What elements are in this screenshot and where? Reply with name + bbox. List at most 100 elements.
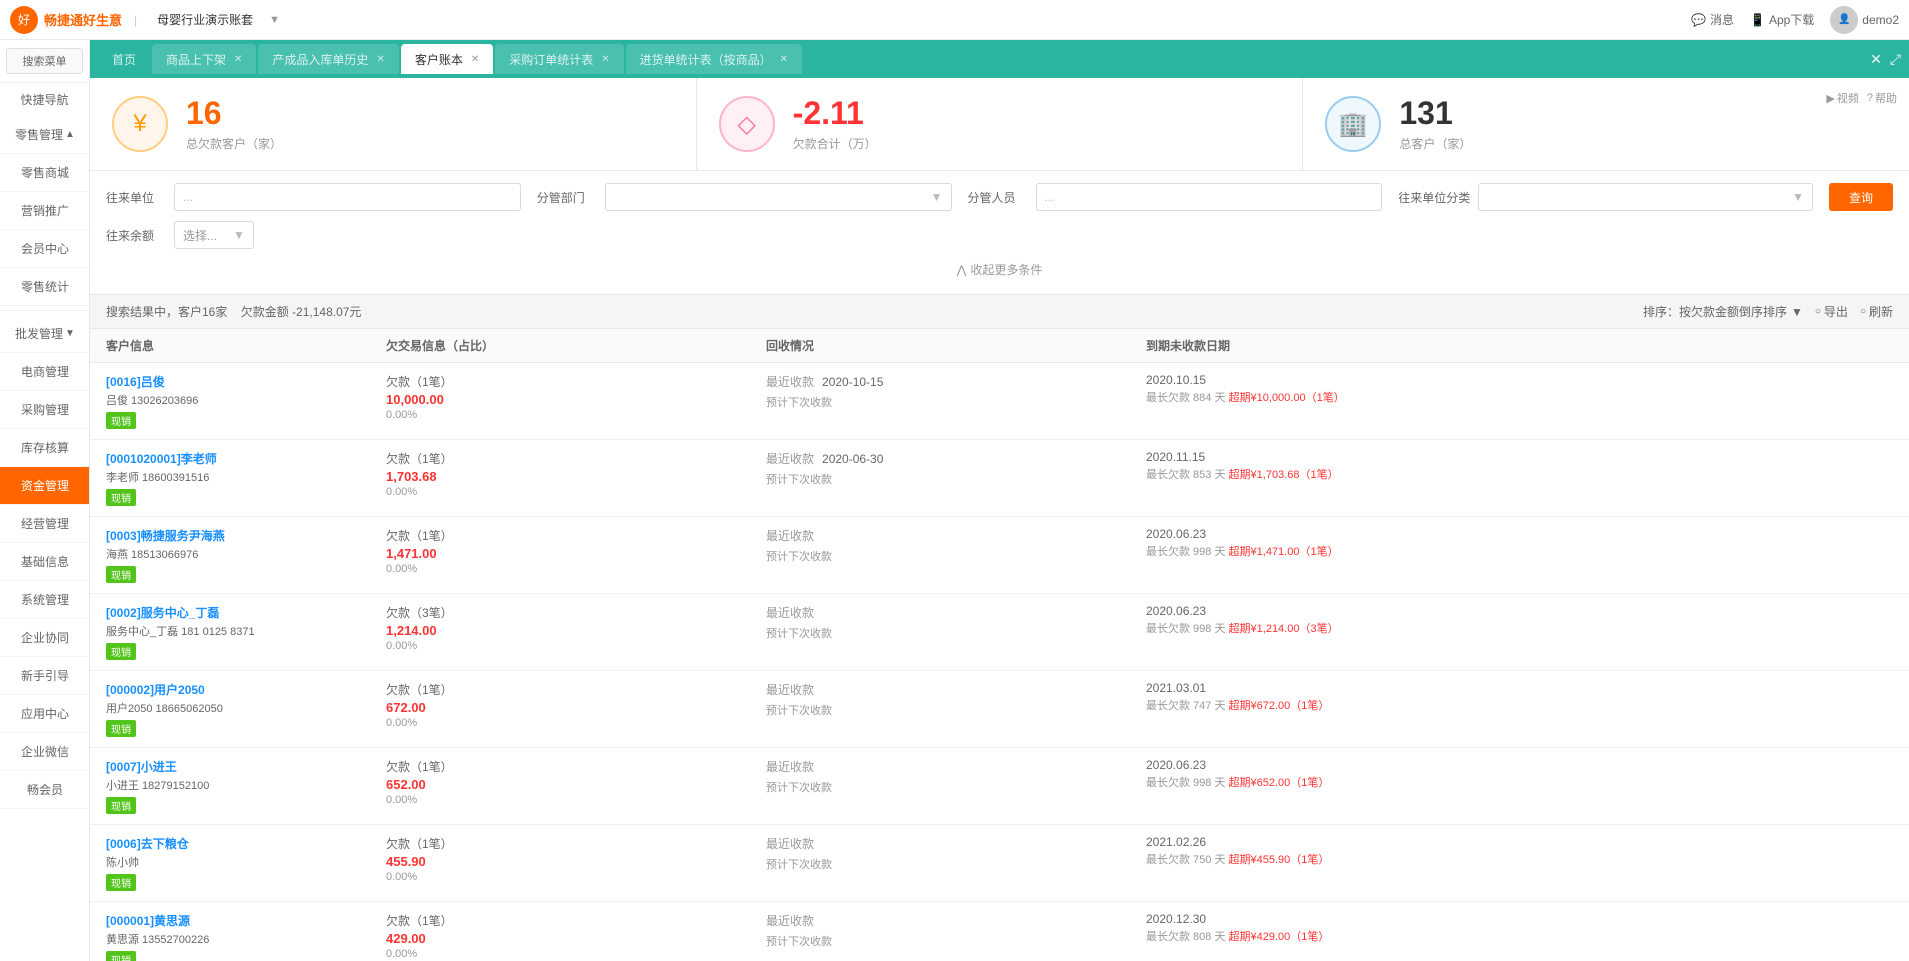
sidebar-item-wecom[interactable]: 企业微信 (0, 733, 90, 771)
tab-expand-btn[interactable]: ⤢ (1890, 51, 1901, 68)
tab-product-shelf[interactable]: 商品上下架 ✕ (152, 44, 256, 74)
table-row: [0006]去下粮仓 陈小帅 现销 欠款（1笔） 455.90 0.00% 最近… (90, 825, 1909, 902)
results-actions: 排序：按欠款金额倒序排序 ▼ 导出 刷新 (1643, 303, 1893, 320)
video-btn[interactable]: ▶ 视频 (1826, 90, 1858, 106)
filter-select-balance[interactable]: 选择... ▼ (174, 221, 254, 249)
overdue-days: 最长欠款 998 天 (1146, 546, 1225, 558)
due-date: 2020.10.15 (1146, 373, 1893, 387)
recovery-next: 预计下次收款 (766, 625, 1146, 641)
due-date: 2021.03.01 (1146, 681, 1893, 695)
overdue-days: 最长欠款 853 天 (1146, 469, 1225, 481)
overdue-link[interactable]: 超期¥672.00（1笔） (1229, 700, 1330, 712)
customer-name-link[interactable]: [0006]去下粮仓 (106, 835, 386, 852)
sidebar-item-retail-stats[interactable]: 零售统计 (0, 268, 90, 306)
recovery-next: 预计下次收款 (766, 394, 1146, 410)
customer-contact: 服务中心_丁磊 181 0125 8371 (106, 623, 386, 639)
sidebar-item-basic-info[interactable]: 基础信息 (0, 543, 90, 581)
export-btn[interactable]: 导出 (1815, 303, 1848, 320)
phone-icon: 📱 (1750, 13, 1765, 27)
sidebar-item-retail-mall[interactable]: 零售商城 (0, 154, 90, 192)
tab-purchase-order[interactable]: 采购订单统计表 ✕ (495, 44, 623, 74)
overdue-link[interactable]: 超期¥455.90（1笔） (1229, 854, 1330, 866)
debt-amount[interactable]: 10,000.00 (386, 392, 766, 407)
sidebar-item-vip[interactable]: 畅会员 (0, 771, 90, 809)
help-btn[interactable]: ? 帮助 (1867, 90, 1897, 106)
stat-card-debt-total: ◇ -2.11 欠款合计（万） (697, 78, 1304, 170)
overdue-link[interactable]: 超期¥652.00（1笔） (1229, 777, 1330, 789)
overdue-link[interactable]: 超期¥1,214.00（3笔） (1229, 623, 1339, 635)
search-btn[interactable]: 查询 (1829, 183, 1893, 211)
tab-close-purchase-order[interactable]: ✕ (601, 54, 609, 65)
tab-stock-stats[interactable]: 进货单统计表（按商品） ✕ (626, 44, 802, 74)
customer-name-link[interactable]: [0016]吕俊 (106, 373, 386, 390)
results-bar: 搜索结果中，客户16家 欠款金额 -21,148.07元 排序：按欠款金额倒序排… (90, 295, 1909, 329)
debt-amount[interactable]: 1,703.68 (386, 469, 766, 484)
refresh-btn[interactable]: 刷新 (1860, 303, 1893, 320)
filter-input-person[interactable]: ... (1036, 183, 1383, 211)
sidebar-item-ecommerce[interactable]: 电商管理 (0, 353, 90, 391)
sidebar-item-system[interactable]: 系统管理 (0, 581, 90, 619)
customer-name-link[interactable]: [000001]黄思源 (106, 912, 386, 929)
message-btn[interactable]: 💬 消息 (1691, 11, 1734, 28)
tab-home[interactable]: 首页 (98, 44, 150, 74)
customer-name-link[interactable]: [000002]用户2050 (106, 681, 386, 698)
due-date: 2021.02.26 (1146, 835, 1893, 849)
debt-amount[interactable]: 1,214.00 (386, 623, 766, 638)
customer-name-link[interactable]: [0007]小进王 (106, 758, 386, 775)
debt-amount[interactable]: 429.00 (386, 931, 766, 946)
col-header-customer: 客户信息 (106, 337, 386, 354)
sidebar-item-guide[interactable]: 新手引导 (0, 657, 90, 695)
sidebar-item-member-center[interactable]: 会员中心 (0, 230, 90, 268)
debt-percent: 0.00% (386, 871, 766, 883)
search-menu-btn[interactable]: 搜索菜单 (6, 48, 83, 74)
customer-name-link[interactable]: [0002]服务中心_丁磊 (106, 604, 386, 621)
user-avatar-area[interactable]: 👤 demo2 (1830, 6, 1899, 34)
tab-close-all-btn[interactable]: ✕ (1870, 51, 1882, 68)
debt-percent: 0.00% (386, 486, 766, 498)
sidebar-item-batch-mgmt[interactable]: 批发管理 ▼ (0, 315, 90, 353)
app-logo-icon: 好 (10, 6, 38, 34)
sort-selector[interactable]: 排序：按欠款金额倒序排序 ▼ (1643, 303, 1803, 320)
collapse-btn[interactable]: ⋀ 收起更多条件 (106, 257, 1893, 282)
overdue-link[interactable]: 超期¥1,471.00（1笔） (1229, 546, 1339, 558)
store-selector[interactable]: 母婴行业演示账套 (149, 11, 261, 28)
customer-badge: 现销 (106, 951, 136, 961)
tab-customer-account[interactable]: 客户账本 ✕ (401, 44, 493, 74)
filter-input-unit[interactable]: ... (174, 183, 521, 211)
debt-amount[interactable]: 455.90 (386, 854, 766, 869)
overdue-link[interactable]: 超期¥429.00（1笔） (1229, 931, 1330, 943)
sidebar-item-ops-mgmt[interactable]: 经营管理 (0, 505, 90, 543)
debt-count: 欠款（1笔） (386, 450, 766, 467)
sidebar-item-purchase-mgmt[interactable]: 采购管理 (0, 391, 90, 429)
sidebar-item-enterprise[interactable]: 企业协同 (0, 619, 90, 657)
sidebar-item-inventory[interactable]: 库存核算 (0, 429, 90, 467)
customer-badge: 现销 (106, 720, 136, 737)
tab-product-history[interactable]: 产成品入库单历史 ✕ (258, 44, 398, 74)
debt-count: 欠款（1笔） (386, 527, 766, 544)
filter-label-dept: 分管部门 (537, 189, 597, 206)
tab-close-product-history[interactable]: ✕ (376, 54, 384, 65)
debt-percent: 0.00% (386, 717, 766, 729)
tab-close-customer-account[interactable]: ✕ (471, 54, 479, 65)
recovery-label: 最近收款 (766, 681, 814, 698)
recovery-next: 预计下次收款 (766, 548, 1146, 564)
overdue-link[interactable]: 超期¥10,000.00（1笔） (1229, 392, 1345, 404)
app-download-btn[interactable]: 📱 App下载 (1750, 11, 1814, 28)
sidebar-item-retail-mgmt[interactable]: 零售管理 ▲ (0, 116, 90, 154)
overdue-days: 最长欠款 884 天 (1146, 392, 1225, 404)
customer-name-link[interactable]: [0003]畅捷服务尹海燕 (106, 527, 386, 544)
filter-select-category[interactable]: ▼ (1478, 183, 1813, 211)
debt-amount[interactable]: 652.00 (386, 777, 766, 792)
tab-close-stock-stats[interactable]: ✕ (780, 54, 788, 65)
debt-amount[interactable]: 672.00 (386, 700, 766, 715)
overdue-link[interactable]: 超期¥1,703.68（1笔） (1229, 469, 1339, 481)
sidebar-item-app-center[interactable]: 应用中心 (0, 695, 90, 733)
data-table: 客户信息 欠交易信息（占比） 回收情况 到期未收款日期 [0016]吕俊 吕俊 … (90, 329, 1909, 961)
stat-number-debt-total: -2.11 (793, 96, 877, 131)
filter-select-dept[interactable]: ▼ (605, 183, 952, 211)
sidebar-item-marketing[interactable]: 营销推广 (0, 192, 90, 230)
tab-close-product-shelf[interactable]: ✕ (234, 54, 242, 65)
sidebar-item-finance[interactable]: 资金管理 (0, 467, 90, 505)
debt-amount[interactable]: 1,471.00 (386, 546, 766, 561)
customer-name-link[interactable]: [0001020001]李老师 (106, 450, 386, 467)
